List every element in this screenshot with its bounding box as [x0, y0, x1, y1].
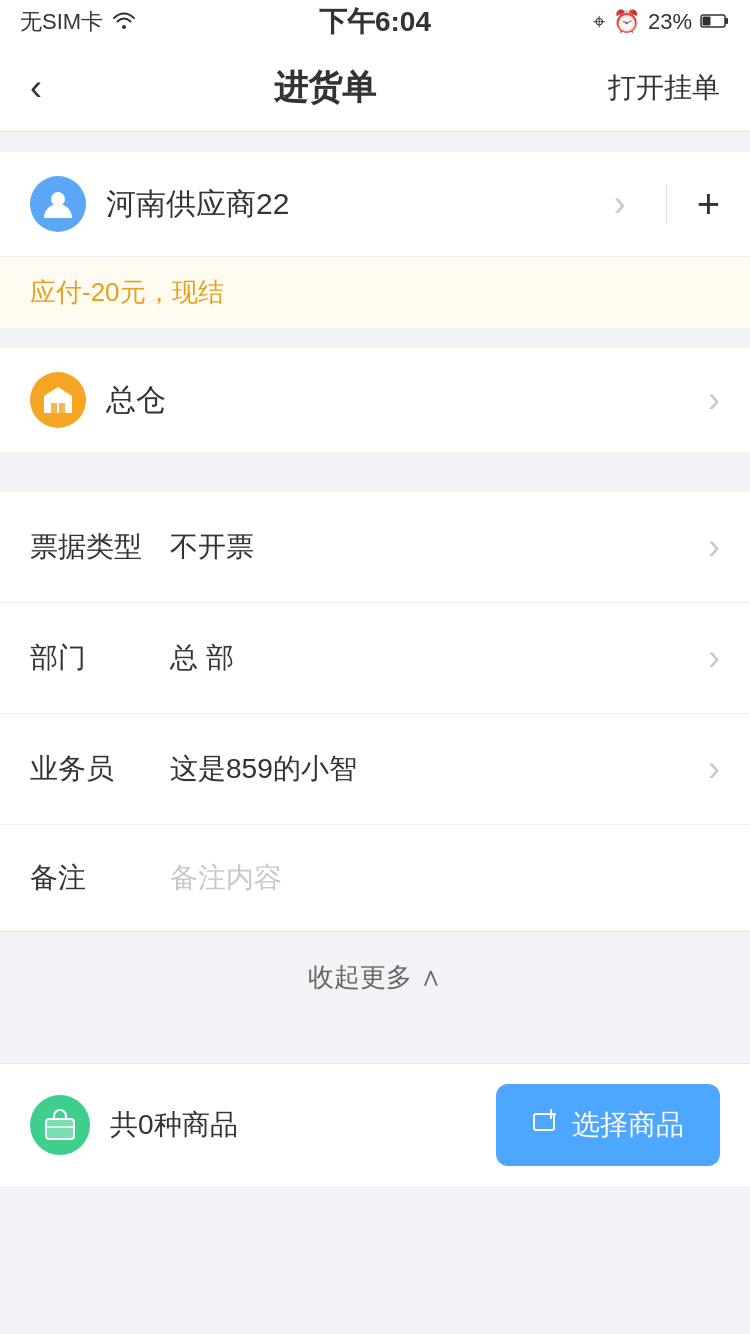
gap-2 — [0, 328, 750, 348]
supplier-chevron-icon — [614, 183, 626, 225]
remarks-row[interactable]: 备注 备注内容 — [0, 825, 750, 931]
bottom-bar: 共0种商品 选择商品 — [0, 1063, 750, 1186]
goods-icon — [30, 1095, 90, 1155]
goods-count-label: 共0种商品 — [110, 1106, 496, 1144]
salesman-row[interactable]: 业务员 这是859的小智 — [0, 714, 750, 825]
svg-marker-6 — [44, 388, 72, 397]
battery-icon — [700, 9, 730, 35]
collapse-button[interactable]: 收起更多 ∧ — [0, 931, 750, 1023]
form-section: 票据类型 不开票 部门 总 部 业务员 这是859的小智 备注 备注内容 — [0, 492, 750, 931]
supplier-name: 河南供应商22 — [106, 184, 614, 225]
select-goods-icon — [532, 1108, 560, 1143]
battery-label: 23% — [648, 9, 692, 35]
carrier-label: 无SIM卡 — [20, 7, 103, 37]
location-icon: ⌖ — [593, 9, 605, 35]
warehouse-icon — [30, 372, 86, 428]
invoice-chevron-icon — [708, 526, 720, 568]
select-goods-button[interactable]: 选择商品 — [496, 1084, 720, 1166]
svg-rect-7 — [44, 397, 72, 413]
gap-4 — [0, 1023, 750, 1043]
salesman-label: 业务员 — [30, 750, 150, 788]
remarks-input[interactable]: 备注内容 — [150, 859, 720, 897]
department-chevron-icon — [708, 637, 720, 679]
add-supplier-button[interactable]: + — [697, 182, 720, 227]
supplier-avatar — [30, 176, 86, 232]
status-time: 下午6:04 — [319, 3, 431, 41]
warehouse-row[interactable]: 总仓 — [0, 348, 750, 452]
invoice-row[interactable]: 票据类型 不开票 — [0, 492, 750, 603]
page-title: 进货单 — [274, 65, 376, 111]
invoice-value: 不开票 — [150, 528, 708, 566]
salesman-value: 这是859的小智 — [150, 750, 708, 788]
select-goods-label: 选择商品 — [572, 1106, 684, 1144]
alert-banner: 应付-20元，现结 — [0, 257, 750, 328]
svg-rect-2 — [703, 17, 711, 26]
wifi-icon — [113, 9, 135, 35]
gap-3 — [0, 452, 750, 472]
gap-1 — [0, 132, 750, 152]
salesman-chevron-icon — [708, 748, 720, 790]
department-row[interactable]: 部门 总 部 — [0, 603, 750, 714]
nav-bar: ‹ 进货单 打开挂单 — [0, 44, 750, 132]
department-label: 部门 — [30, 639, 150, 677]
warehouse-name: 总仓 — [106, 380, 708, 421]
divider — [666, 184, 667, 224]
open-pending-button[interactable]: 打开挂单 — [608, 69, 720, 107]
warehouse-section: 总仓 — [0, 348, 750, 452]
alert-text: 应付-20元，现结 — [30, 277, 224, 307]
status-left: 无SIM卡 — [20, 7, 135, 37]
collapse-label: 收起更多 ∧ — [308, 962, 441, 992]
supplier-row[interactable]: 河南供应商22 + — [0, 152, 750, 257]
svg-rect-8 — [46, 1119, 74, 1139]
status-bar: 无SIM卡 下午6:04 ⌖ ⏰ 23% — [0, 0, 750, 44]
supplier-section: 河南供应商22 + 应付-20元，现结 — [0, 152, 750, 328]
remarks-label: 备注 — [30, 859, 150, 897]
back-button[interactable]: ‹ — [30, 67, 42, 109]
svg-point-3 — [51, 192, 65, 206]
alarm-icon: ⏰ — [613, 9, 640, 35]
department-value: 总 部 — [150, 639, 708, 677]
status-right: ⌖ ⏰ 23% — [593, 9, 730, 35]
svg-rect-1 — [725, 18, 728, 24]
invoice-label: 票据类型 — [30, 528, 150, 566]
warehouse-chevron-icon — [708, 379, 720, 421]
